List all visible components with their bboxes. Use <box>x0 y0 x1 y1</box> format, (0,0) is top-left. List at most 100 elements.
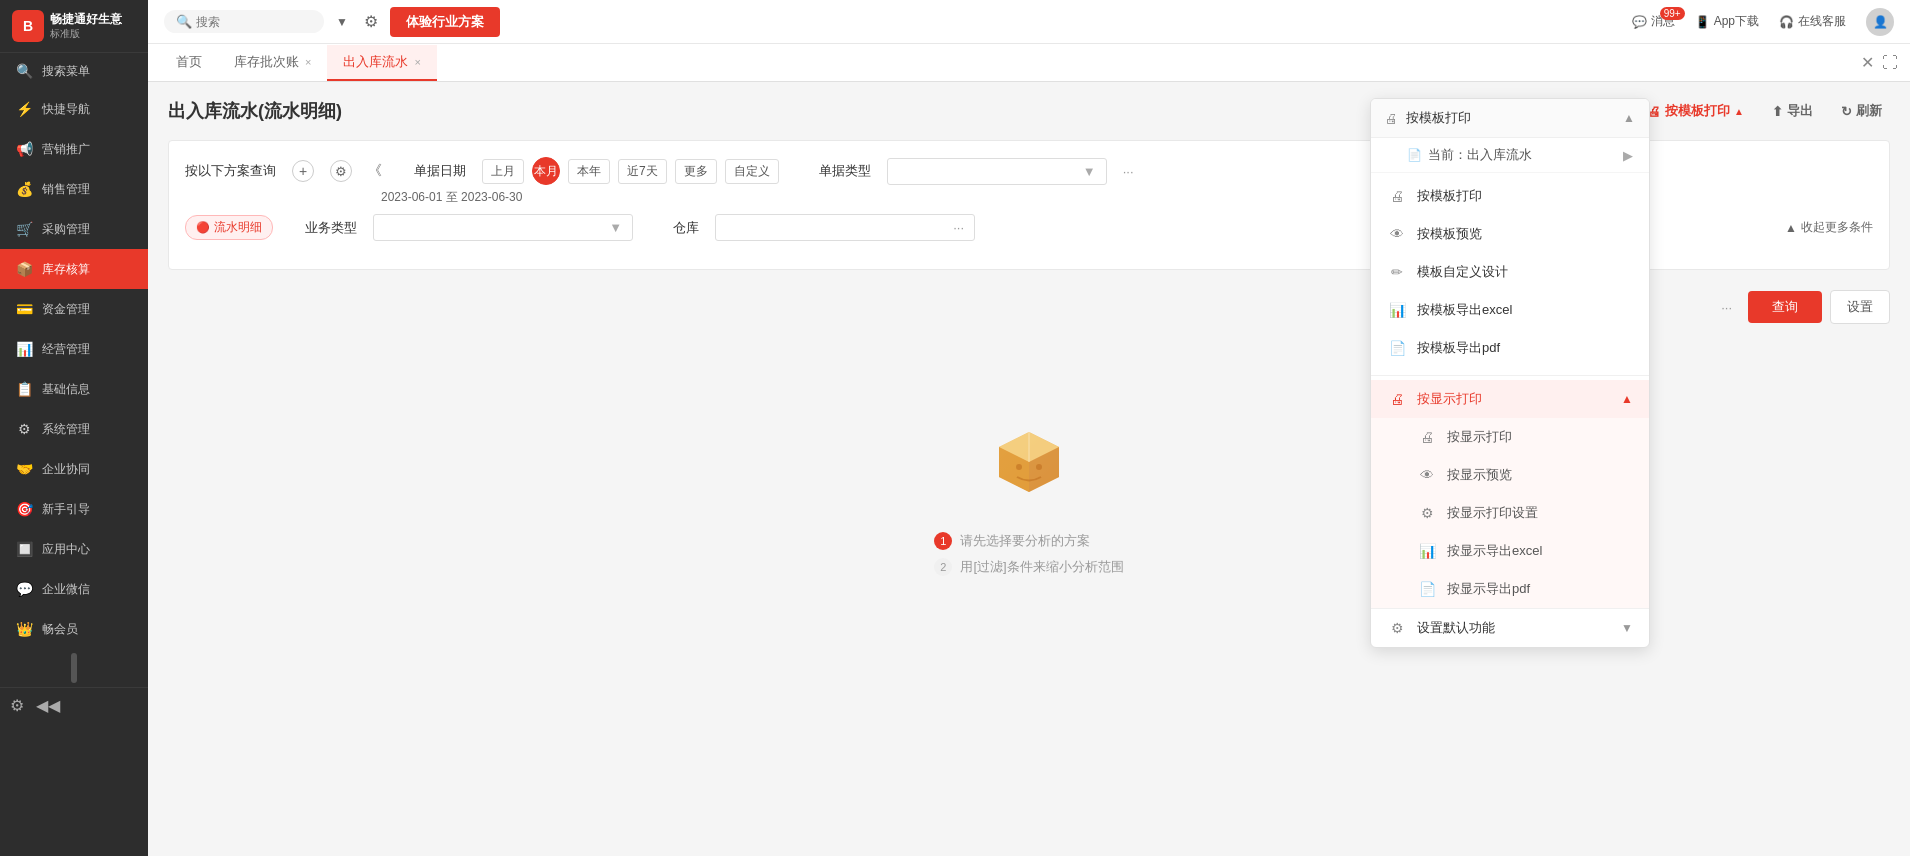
sidebar-item-purchase[interactable]: 🛒 采购管理 <box>0 209 148 249</box>
sidebar-item-wechat[interactable]: 💬 企业微信 <box>0 569 148 609</box>
sidebar-item-collaboration[interactable]: 🤝 企业协同 <box>0 449 148 489</box>
sidebar-scroll <box>0 649 148 687</box>
sidebar-item-operations[interactable]: 📊 经营管理 <box>0 329 148 369</box>
collapse-sidebar-icon[interactable]: ◀◀ <box>36 696 60 715</box>
filter-settings-btn[interactable]: ⚙ <box>330 160 352 182</box>
settings-btn[interactable]: 设置 <box>1830 290 1890 324</box>
query-btn[interactable]: 查询 <box>1748 291 1822 323</box>
tab-flow-water[interactable]: 出入库流水 × <box>327 45 436 81</box>
message-btn[interactable]: 💬 消息 99+ <box>1632 13 1675 30</box>
scroll-indicator <box>71 653 77 683</box>
topbar-search-input[interactable] <box>196 15 276 29</box>
app-download-icon: 📱 <box>1695 15 1710 29</box>
print-dropdown-chevron-up[interactable]: ▲ <box>1623 111 1635 125</box>
current-option-chevron: ▶ <box>1623 148 1633 163</box>
headset-icon: 🎧 <box>1779 15 1794 29</box>
tab-home[interactable]: 首页 <box>160 45 218 81</box>
message-badge: 99+ <box>1660 7 1685 20</box>
display-print-items: 🖨 按显示打印 👁 按显示预览 ⚙ 按显示打印设置 📊 按显示导出excel 📄… <box>1371 418 1649 608</box>
sidebar-item-guide[interactable]: 🎯 新手引导 <box>0 489 148 529</box>
print-template-btn[interactable]: 🖨 按模板打印 ▲ <box>1640 98 1752 124</box>
empty-state-illustration <box>979 412 1079 512</box>
dropdown-footer-default[interactable]: ⚙ 设置默认功能 ▼ <box>1371 608 1649 647</box>
sidebar-logo: B 畅捷通好生意 标准版 <box>0 0 148 53</box>
current-option-icon: 📄 <box>1407 148 1422 162</box>
sidebar: B 畅捷通好生意 标准版 🔍 搜索菜单 ⚡ 快捷导航 📢 营销推广 💰 销售管理… <box>0 0 148 856</box>
doc-type-chevron-icon: ▼ <box>1083 164 1096 179</box>
sidebar-item-inventory[interactable]: 📦 库存核算 <box>0 249 148 289</box>
system-icon: ⚙ <box>14 419 34 439</box>
dropdown-item-display-settings[interactable]: ⚙ 按显示打印设置 <box>1371 494 1649 532</box>
members-icon: 👑 <box>14 619 34 639</box>
biz-type-label: 业务类型 <box>305 219 357 237</box>
topbar-gear-icon[interactable]: ⚙ <box>364 12 378 31</box>
current-template-option[interactable]: 📄 当前：出入库流水 ▶ <box>1371 138 1649 173</box>
dropdown-item-template-print[interactable]: 🖨 按模板打印 <box>1371 177 1649 215</box>
tabs-right-actions: ✕ ⛶ <box>1861 53 1898 72</box>
biz-type-select[interactable]: ▼ <box>373 214 633 241</box>
dropdown-item-display-pdf[interactable]: 📄 按显示导出pdf <box>1371 570 1649 608</box>
print-dropdown-panel: 🖨 按模板打印 ▲ 📄 当前：出入库流水 ▶ 🖨 按模板打印 👁 按模板预览 ✏… <box>1370 98 1650 648</box>
filter-add-btn[interactable]: + <box>292 160 314 182</box>
filter-collapse-btn[interactable]: 《 <box>368 162 382 180</box>
basic-info-icon: 📋 <box>14 379 34 399</box>
tab-flow-water-close[interactable]: × <box>414 56 420 68</box>
online-service-btn[interactable]: 🎧 在线客服 <box>1779 13 1846 30</box>
sidebar-item-apps[interactable]: 🔲 应用中心 <box>0 529 148 569</box>
more-actions-icon[interactable]: ··· <box>1721 300 1732 315</box>
user-avatar[interactable]: 👤 <box>1866 8 1894 36</box>
print-icon: 🖨 <box>1648 104 1661 119</box>
tab-batch-account-close[interactable]: × <box>305 56 311 68</box>
tab-batch-account[interactable]: 库存批次账 × <box>218 45 327 81</box>
inventory-icon: 📦 <box>14 259 34 279</box>
dropdown-item-template-pdf[interactable]: 📄 按模板导出pdf <box>1371 329 1649 367</box>
refresh-btn[interactable]: ↻ 刷新 <box>1833 98 1890 124</box>
settings-bottom-icon[interactable]: ⚙ <box>10 696 24 715</box>
warehouse-more-icon[interactable]: ··· <box>953 220 964 235</box>
doc-type-more-icon[interactable]: ··· <box>1123 164 1134 179</box>
warehouse-select[interactable]: ··· <box>715 214 975 241</box>
filter-tag-water[interactable]: 🔴 流水明细 <box>185 215 273 240</box>
date-label: 单据日期 <box>414 162 466 180</box>
tabs-close-btn[interactable]: ✕ <box>1861 53 1874 72</box>
template-preview-icon: 👁 <box>1387 224 1407 244</box>
date-btn-7days[interactable]: 近7天 <box>618 159 667 184</box>
print-dropdown-header[interactable]: 🖨 按模板打印 ▲ <box>1371 99 1649 138</box>
print-dropdown-header-icon: 🖨 <box>1385 111 1398 126</box>
topbar-dropdown-icon[interactable]: ▼ <box>336 15 348 29</box>
app-download-btn[interactable]: 📱 App下载 <box>1695 13 1759 30</box>
sidebar-item-search[interactable]: 🔍 搜索菜单 <box>0 53 148 89</box>
collapse-more-btn[interactable]: ▲ 收起更多条件 <box>1785 219 1873 236</box>
sidebar-item-sales[interactable]: 💰 销售管理 <box>0 169 148 209</box>
date-btn-last-month[interactable]: 上月 <box>482 159 524 184</box>
dropdown-item-display-excel[interactable]: 📊 按显示导出excel <box>1371 532 1649 570</box>
export-btn[interactable]: ⬆ 导出 <box>1764 98 1821 124</box>
trial-btn[interactable]: 体验行业方案 <box>390 7 500 37</box>
sidebar-item-quick-nav[interactable]: ⚡ 快捷导航 <box>0 89 148 129</box>
quick-nav-icon: ⚡ <box>14 99 34 119</box>
sidebar-item-marketing[interactable]: 📢 营销推广 <box>0 129 148 169</box>
purchase-icon: 🛒 <box>14 219 34 239</box>
dropdown-item-display-print[interactable]: 🖨 按显示打印 <box>1371 418 1649 456</box>
footer-chevron-down: ▼ <box>1621 621 1633 635</box>
date-btn-this-year[interactable]: 本年 <box>568 159 610 184</box>
display-settings-icon: ⚙ <box>1417 503 1437 523</box>
dropdown-item-template-preview[interactable]: 👁 按模板预览 <box>1371 215 1649 253</box>
tabs-bar: 首页 库存批次账 × 出入库流水 × ✕ ⛶ <box>148 44 1910 82</box>
doc-type-select[interactable]: ▼ <box>887 158 1107 185</box>
date-btn-this-month[interactable]: 本月 <box>532 157 560 185</box>
dropdown-item-template-excel[interactable]: 📊 按模板导出excel <box>1371 291 1649 329</box>
display-print-section-header[interactable]: 🖨 按显示打印 ▲ <box>1371 380 1649 418</box>
dropdown-item-template-design[interactable]: ✏ 模板自定义设计 <box>1371 253 1649 291</box>
sidebar-item-basic-info[interactable]: 📋 基础信息 <box>0 369 148 409</box>
sidebar-item-finance[interactable]: 💳 资金管理 <box>0 289 148 329</box>
date-btn-more[interactable]: 更多 <box>675 159 717 184</box>
tabs-expand-btn[interactable]: ⛶ <box>1882 54 1898 72</box>
svg-point-6 <box>1036 464 1042 470</box>
date-btn-custom[interactable]: 自定义 <box>725 159 779 184</box>
collaboration-icon: 🤝 <box>14 459 34 479</box>
sidebar-item-system[interactable]: ⚙ 系统管理 <box>0 409 148 449</box>
sidebar-item-members[interactable]: 👑 畅会员 <box>0 609 148 649</box>
dropdown-item-display-preview[interactable]: 👁 按显示预览 <box>1371 456 1649 494</box>
sales-icon: 💰 <box>14 179 34 199</box>
